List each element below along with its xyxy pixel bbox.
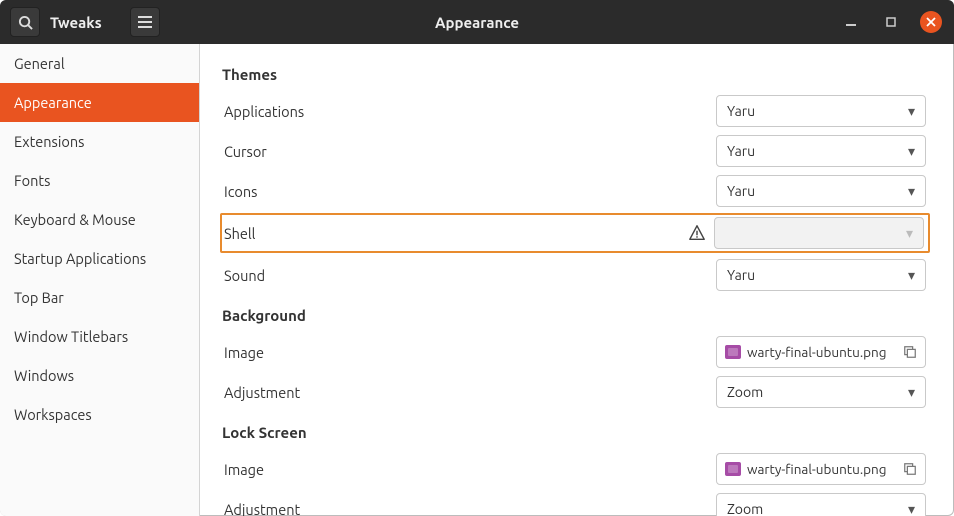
row-label: Sound [222, 267, 716, 284]
row-bg-adjustment: Adjustment Zoom ▾ [222, 372, 926, 412]
sidebar-item-label: General [14, 55, 65, 72]
row-label: Applications [222, 103, 716, 120]
sidebar-item-label: Window Titlebars [14, 328, 128, 345]
section-title-lockscreen: Lock Screen [222, 424, 926, 441]
row-label: Cursor [222, 143, 716, 160]
minimize-icon [846, 17, 856, 27]
combo-value: Yaru [727, 267, 755, 283]
sidebar-item-top-bar[interactable]: Top Bar [0, 278, 199, 317]
sidebar-item-workspaces[interactable]: Workspaces [0, 395, 199, 434]
sidebar-item-windows[interactable]: Windows [0, 356, 199, 395]
row-bg-image: Image warty-final-ubuntu.png [222, 332, 926, 372]
search-button[interactable] [10, 7, 40, 37]
sidebar-item-startup-applications[interactable]: Startup Applications [0, 239, 199, 278]
combo-value: Yaru [727, 143, 755, 159]
combo-bg-adjustment[interactable]: Zoom ▾ [716, 376, 926, 408]
image-thumb-icon [725, 345, 741, 359]
close-icon [926, 17, 936, 27]
sidebar-item-keyboard-mouse[interactable]: Keyboard & Mouse [0, 200, 199, 239]
filechooser-filename: warty-final-ubuntu.png [747, 461, 897, 477]
combo-shell: ▾ [714, 217, 924, 249]
app-name: Tweaks [50, 14, 102, 31]
chevron-down-icon: ▾ [906, 225, 913, 242]
chevron-down-icon: ▾ [908, 103, 915, 120]
combo-cursor[interactable]: Yaru ▾ [716, 135, 926, 167]
headerbar-left: Tweaks [0, 7, 200, 37]
hamburger-icon [138, 16, 152, 28]
row-label: Icons [222, 183, 716, 200]
sidebar-item-window-titlebars[interactable]: Window Titlebars [0, 317, 199, 356]
row-label: Image [222, 344, 716, 361]
warning-icon [688, 224, 706, 242]
folder-open-icon [903, 462, 917, 476]
combo-sound[interactable]: Yaru ▾ [716, 259, 926, 291]
combo-icons[interactable]: Yaru ▾ [716, 175, 926, 207]
row-sound: Sound Yaru ▾ [222, 255, 926, 295]
chevron-down-icon: ▾ [908, 267, 915, 284]
row-label: Shell [222, 225, 688, 242]
filechooser-bg-image[interactable]: warty-final-ubuntu.png [716, 336, 926, 368]
close-button[interactable] [920, 11, 942, 33]
sidebar-item-label: Startup Applications [14, 250, 146, 267]
chevron-down-icon: ▾ [908, 183, 915, 200]
filechooser-ls-image[interactable]: warty-final-ubuntu.png [716, 453, 926, 485]
sidebar-item-general[interactable]: General [0, 44, 199, 83]
headerbar: Tweaks Appearance [0, 0, 954, 44]
sidebar: General Appearance Extensions Fonts Keyb… [0, 44, 200, 516]
sidebar-item-label: Fonts [14, 172, 50, 189]
sidebar-item-label: Extensions [14, 133, 84, 150]
combo-value: Yaru [727, 103, 755, 119]
chevron-down-icon: ▾ [908, 501, 915, 516]
sidebar-item-label: Keyboard & Mouse [14, 211, 136, 228]
combo-value: Zoom [727, 501, 763, 516]
combo-applications[interactable]: Yaru ▾ [716, 95, 926, 127]
menu-button[interactable] [130, 7, 160, 37]
section-title-background: Background [222, 307, 926, 324]
row-applications: Applications Yaru ▾ [222, 91, 926, 131]
row-ls-image: Image warty-final-ubuntu.png [222, 449, 926, 489]
body: General Appearance Extensions Fonts Keyb… [0, 44, 954, 516]
maximize-button[interactable] [880, 11, 902, 33]
section-title-themes: Themes [222, 66, 926, 83]
sidebar-item-label: Appearance [14, 94, 92, 111]
row-label: Adjustment [222, 501, 716, 516]
combo-ls-adjustment[interactable]: Zoom ▾ [716, 493, 926, 516]
combo-value: Yaru [727, 183, 755, 199]
chevron-down-icon: ▾ [908, 384, 915, 401]
chevron-down-icon: ▾ [908, 143, 915, 160]
sidebar-item-fonts[interactable]: Fonts [0, 161, 199, 200]
combo-value: Zoom [727, 384, 763, 400]
image-thumb-icon [725, 462, 741, 476]
sidebar-item-appearance[interactable]: Appearance [0, 83, 199, 122]
filechooser-filename: warty-final-ubuntu.png [747, 344, 897, 360]
sidebar-item-extensions[interactable]: Extensions [0, 122, 199, 161]
sidebar-item-label: Windows [14, 367, 74, 384]
maximize-icon [886, 17, 896, 27]
row-ls-adjustment: Adjustment Zoom ▾ [222, 489, 926, 516]
folder-open-icon [903, 345, 917, 359]
minimize-button[interactable] [840, 11, 862, 33]
row-shell: Shell ▾ [220, 213, 930, 253]
search-icon [18, 15, 33, 30]
sidebar-item-label: Top Bar [14, 289, 64, 306]
window: Tweaks Appearance [0, 0, 954, 516]
row-icons: Icons Yaru ▾ [222, 171, 926, 211]
row-label: Adjustment [222, 384, 716, 401]
row-cursor: Cursor Yaru ▾ [222, 131, 926, 171]
content-pane: Themes Applications Yaru ▾ Cursor Yaru ▾ [200, 44, 954, 516]
sidebar-item-label: Workspaces [14, 406, 92, 423]
window-controls [840, 11, 954, 33]
row-label: Image [222, 461, 716, 478]
